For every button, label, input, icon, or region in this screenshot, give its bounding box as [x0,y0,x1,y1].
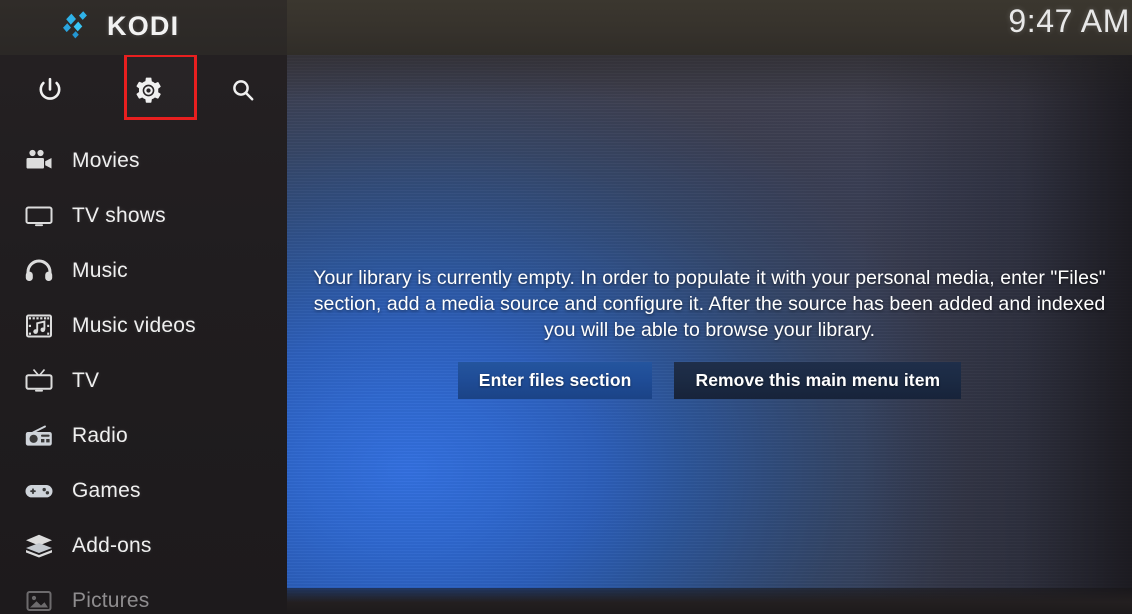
kodi-logo-text: KODI [107,10,180,41]
power-button[interactable] [29,69,71,111]
top-bar: KODI 9:47 AM [0,0,1132,55]
kodi-logo: KODI [60,9,179,43]
retro-tv-icon [18,365,60,397]
search-button[interactable] [222,69,264,111]
sidebar-item-add-ons[interactable]: Add-ons [0,518,287,573]
sidebar-item-label: Games [72,478,141,502]
sidebar-item-tv-shows[interactable]: TV shows [0,188,287,243]
movie-camera-icon [18,145,60,177]
sidebar-item-music[interactable]: Music [0,243,287,298]
sidebar-item-movies[interactable]: Movies [0,133,287,188]
remove-main-menu-item-button[interactable]: Remove this main menu item [674,362,962,399]
gear-highlight-box [124,55,197,120]
headphones-icon [18,255,60,287]
kodi-home-screen: KODI 9:47 AM Movies TV shows Music Music… [0,0,1132,614]
power-icon [39,77,61,100]
sidebar-item-label: TV [72,368,100,392]
sidebar-item-label: Music [72,258,128,282]
sidebar-item-label: Radio [72,423,128,447]
gamepad-icon [18,475,60,507]
radio-icon [18,420,60,452]
film-music-icon [18,310,60,342]
addon-box-icon [18,530,60,562]
sidebar-item-music-videos[interactable]: Music videos [0,298,287,353]
kodi-logo-icon [63,11,87,39]
sidebar-item-pictures[interactable]: Pictures [0,573,287,614]
sidebar-item-tv[interactable]: TV [0,353,287,408]
sidebar-icon-row [0,55,287,125]
sidebar-item-label: Pictures [72,588,150,612]
sidebar-item-label: Movies [72,148,140,172]
pictures-icon [18,585,60,614]
empty-library-message: Your library is currently empty. In orde… [313,267,1106,341]
sidebar: Movies TV shows Music Music videos TV Ra… [0,55,287,614]
sidebar-item-label: Music videos [72,313,196,337]
clock: 9:47 AM [1008,3,1130,39]
television-icon [18,200,60,232]
sidebar-item-games[interactable]: Games [0,463,287,518]
search-icon [233,80,254,101]
sidebar-item-radio[interactable]: Radio [0,408,287,463]
sidebar-item-label: TV shows [72,203,166,227]
enter-files-section-button[interactable]: Enter files section [457,362,653,399]
sidebar-menu: Movies TV shows Music Music videos TV Ra… [0,133,287,614]
sidebar-item-label: Add-ons [72,533,152,557]
main-content: Your library is currently empty. In orde… [287,55,1132,614]
action-button-row: Enter files section Remove this main men… [287,362,1132,399]
